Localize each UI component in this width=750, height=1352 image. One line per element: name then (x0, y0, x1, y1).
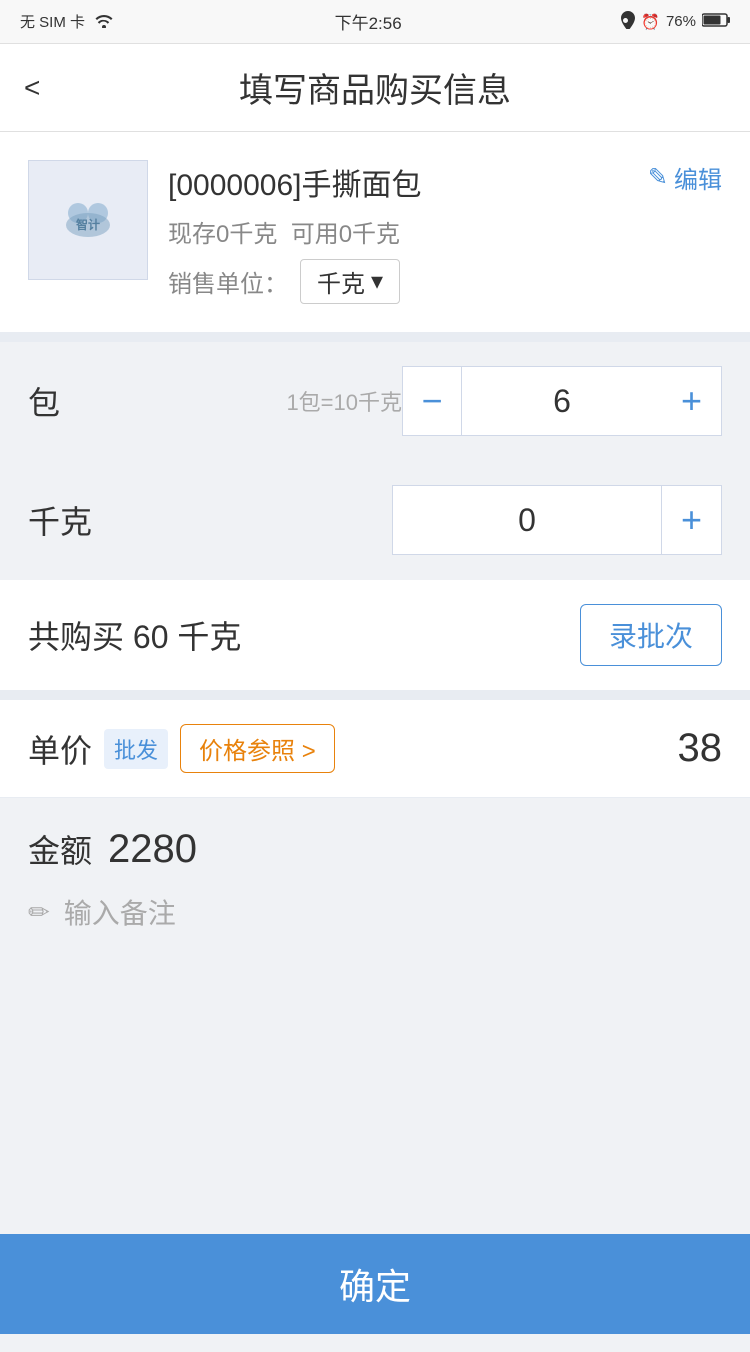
price-label: 单价 (28, 726, 92, 772)
kilogram-plus-button[interactable]: + (662, 485, 722, 555)
remark-row[interactable]: ✏ 输入备注 (28, 892, 722, 952)
amount-row: 金额 2280 (28, 826, 722, 872)
spacer (0, 952, 750, 1252)
amount-value: 2280 (108, 827, 197, 872)
package-input-row: 包 1包=10千克 − + (0, 342, 750, 461)
unit-dropdown[interactable]: 千克 ▾ (300, 259, 400, 304)
price-value: 38 (678, 726, 723, 771)
confirm-button-text: 确定 (339, 1258, 411, 1310)
carrier-text: 无 SIM 卡 (20, 11, 85, 32)
svg-text:智计: 智计 (75, 217, 100, 232)
status-time: 下午2:56 (335, 9, 402, 34)
remark-text: 输入备注 (64, 892, 176, 932)
wifi-icon (93, 12, 115, 32)
product-info: [0000006]手撕面包 现存0千克 可用0千克 销售单位： 千克 ▾ (168, 160, 722, 304)
amount-label: 金额 (28, 826, 92, 872)
price-tag: 批发 (104, 729, 168, 769)
product-card: 智计 [0000006]手撕面包 现存0千克 可用0千克 销售单位： 千克 ▾ … (0, 132, 750, 342)
package-qty-control: − + (402, 366, 722, 436)
price-label-group: 单价 批发 价格参照 > (28, 724, 335, 773)
package-plus-button[interactable]: + (662, 366, 722, 436)
total-text: 共购买 60 千克 (28, 612, 241, 658)
location-icon (621, 11, 635, 33)
kilogram-qty-input[interactable] (392, 485, 662, 555)
back-button[interactable]: < (24, 72, 40, 104)
remark-icon: ✏ (28, 897, 50, 928)
unit-label: 销售单位： (168, 264, 288, 299)
kilogram-label: 千克 (28, 497, 392, 543)
product-unit-row: 销售单位： 千克 ▾ (168, 259, 722, 304)
amount-section: 金额 2280 ✏ 输入备注 (0, 798, 750, 952)
edit-icon: ✎ (648, 163, 668, 192)
package-minus-button[interactable]: − (402, 366, 462, 436)
chevron-down-icon: ▾ (371, 267, 383, 296)
product-title: [0000006]手撕面包 (168, 160, 722, 204)
nav-bar: < 填写商品购买信息 (0, 44, 750, 132)
kilogram-input-row: 千克 + (0, 461, 750, 580)
batch-button[interactable]: 录批次 (580, 604, 722, 666)
status-right: ⏰ 76% (621, 11, 730, 33)
edit-button[interactable]: ✎ 编辑 (648, 160, 722, 195)
status-left: 无 SIM 卡 (20, 11, 115, 32)
price-section: 单价 批发 价格参照 > 38 (0, 700, 750, 798)
status-bar: 无 SIM 卡 下午2:56 ⏰ 76% (0, 0, 750, 44)
total-row: 共购买 60 千克 录批次 (0, 580, 750, 700)
battery-icon (702, 13, 730, 31)
battery-text: 76% (666, 13, 696, 30)
alarm-icon: ⏰ (641, 13, 660, 31)
price-ref-button[interactable]: 价格参照 > (180, 724, 335, 773)
product-stock: 现存0千克 可用0千克 (168, 214, 722, 249)
package-qty-input[interactable] (462, 366, 662, 436)
product-image: 智计 (28, 160, 148, 280)
package-hint: 1包=10千克 (286, 385, 402, 417)
package-label: 包 (28, 378, 262, 424)
confirm-button[interactable]: 确定 (0, 1234, 750, 1334)
price-row: 单价 批发 价格参照 > 38 (28, 724, 722, 773)
kilogram-qty-control: + (392, 485, 722, 555)
page-title: 填写商品购买信息 (239, 63, 511, 112)
